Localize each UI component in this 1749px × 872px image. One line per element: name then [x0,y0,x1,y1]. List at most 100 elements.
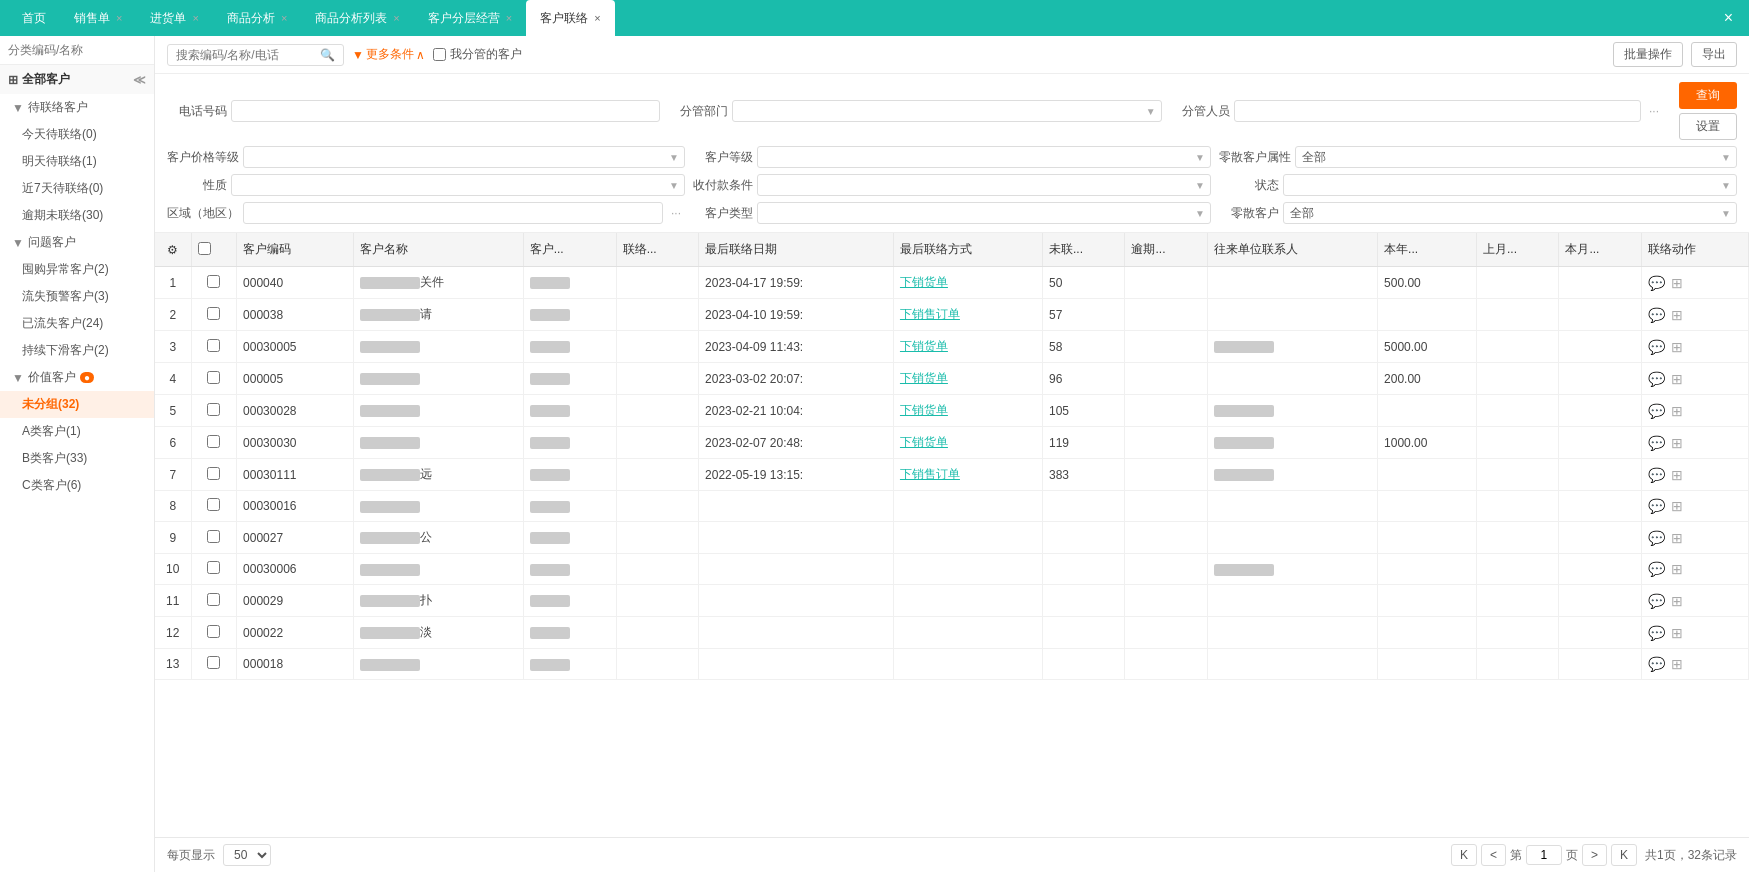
row-checkbox[interactable] [207,307,220,320]
sidebar-item-class-a[interactable]: A类客户(1) [0,418,154,445]
nav-sales[interactable]: 销售单 × [60,0,136,36]
close-purchase-tab[interactable]: × [192,12,198,24]
more-action-icon[interactable]: ⊞ [1671,530,1683,546]
contact-icon[interactable]: 💬 [1648,625,1665,641]
nav-customer-stratify[interactable]: 客户分层经营 × [414,0,526,36]
last-month-col-header[interactable]: 上月... [1476,233,1558,267]
action-col-header[interactable]: 联络动作 [1641,233,1748,267]
sidebar-item-today-pending[interactable]: 今天待联络(0) [0,121,154,148]
contact-icon[interactable]: 💬 [1648,275,1665,291]
contact-icon[interactable]: 💬 [1648,371,1665,387]
last-method-link[interactable]: 下销货单 [900,339,948,353]
batch-operations-btn[interactable]: 批量操作 [1613,42,1683,67]
phone-input[interactable] [231,100,660,122]
close-customer-stratify-tab[interactable]: × [506,12,512,24]
region-input[interactable] [243,202,663,224]
close-customer-contact-tab[interactable]: × [594,12,600,24]
contact-col-header[interactable]: 联络... [616,233,698,267]
zero-customer-select[interactable]: 全部 [1283,202,1737,224]
nav-product-analysis[interactable]: 商品分析 × [213,0,301,36]
contact-icon[interactable]: 💬 [1648,498,1665,514]
sidebar-item-churned[interactable]: 已流失客户(24) [0,310,154,337]
person-more-icon[interactable]: ··· [1645,104,1663,118]
customer-type-select[interactable] [757,202,1211,224]
nav-purchase[interactable]: 进货单 × [136,0,212,36]
row-checkbox[interactable] [207,561,220,574]
last-method-col-header[interactable]: 最后联络方式 [893,233,1042,267]
this-year-col-header[interactable]: 本年... [1378,233,1477,267]
settings-col-header[interactable]: ⚙ [155,233,191,267]
row-checkbox[interactable] [207,593,220,606]
page-size-select[interactable]: 50 [223,844,271,866]
contact-icon[interactable]: 💬 [1648,467,1665,483]
person-input[interactable] [1234,100,1641,122]
more-action-icon[interactable]: ⊞ [1671,275,1683,291]
group-pending-contact[interactable]: ▼ 待联络客户 [0,94,154,121]
group-value-customers[interactable]: ▼ 价值客户 ● [0,364,154,391]
row-checkbox[interactable] [207,275,220,288]
more-action-icon[interactable]: ⊞ [1671,307,1683,323]
last-page-btn[interactable]: K [1611,844,1637,866]
sidebar-item-tomorrow-pending[interactable]: 明天待联络(1) [0,148,154,175]
last-method-link[interactable]: 下销售订单 [900,307,960,321]
all-customers-header[interactable]: ⊞ 全部客户 ≪ [0,65,154,94]
last-method-link[interactable]: 下销货单 [900,435,948,449]
query-btn[interactable]: 查询 [1679,82,1737,109]
search-icon[interactable]: 🔍 [320,48,335,62]
sidebar-item-class-b[interactable]: B类客户(33) [0,445,154,472]
row-checkbox[interactable] [207,656,220,669]
prev-page-btn[interactable]: < [1481,844,1506,866]
contact-icon[interactable]: 💬 [1648,530,1665,546]
more-conditions-btn[interactable]: ▼ 更多条件 ∧ [352,46,425,63]
contact-icon[interactable]: 💬 [1648,403,1665,419]
close-product-analysis-tab[interactable]: × [281,12,287,24]
contact-icon[interactable]: 💬 [1648,339,1665,355]
contact-icon[interactable]: 💬 [1648,656,1665,672]
close-sales-tab[interactable]: × [116,12,122,24]
sidebar-item-churn-warning[interactable]: 流失预警客户(3) [0,283,154,310]
nav-customer-contact[interactable]: 客户联络 × [526,0,614,36]
first-page-btn[interactable]: K [1451,844,1477,866]
sidebar-search-input[interactable] [8,43,155,57]
more-action-icon[interactable]: ⊞ [1671,625,1683,641]
group-problem-customers[interactable]: ▼ 问题客户 [0,229,154,256]
reset-btn[interactable]: 设置 [1679,113,1737,140]
more-action-icon[interactable]: ⊞ [1671,467,1683,483]
overdue-col-header[interactable]: 逾期... [1125,233,1207,267]
row-checkbox[interactable] [207,403,220,416]
export-btn[interactable]: 导出 [1691,42,1737,67]
contact-icon[interactable]: 💬 [1648,307,1665,323]
page-number-input[interactable] [1526,845,1562,865]
zero-attr-select[interactable]: 全部 [1295,146,1737,168]
sidebar-item-7day-pending[interactable]: 近7天待联络(0) [0,175,154,202]
price-level-select[interactable] [243,146,685,168]
contacts-person-col-header[interactable]: 往来单位联系人 [1207,233,1377,267]
row-checkbox[interactable] [207,625,220,638]
code-col-header[interactable]: 客户编码 [237,233,353,267]
more-action-icon[interactable]: ⊞ [1671,656,1683,672]
sidebar-item-class-c[interactable]: C类客户(6) [0,472,154,499]
more-action-icon[interactable]: ⊞ [1671,498,1683,514]
close-all-tabs[interactable]: × [1716,9,1741,27]
next-page-btn[interactable]: > [1582,844,1607,866]
row-checkbox[interactable] [207,339,220,352]
region-more-icon[interactable]: ··· [667,206,685,220]
row-checkbox[interactable] [207,498,220,511]
last-method-link[interactable]: 下销货单 [900,403,948,417]
last-date-col-header[interactable]: 最后联络日期 [699,233,894,267]
select-all-checkbox[interactable] [198,242,211,255]
nav-home[interactable]: 首页 [8,0,60,36]
sidebar-item-overdue-pending[interactable]: 逾期未联络(30) [0,202,154,229]
checkbox-col-header[interactable] [191,233,237,267]
name-col-header[interactable]: 客户名称 [353,233,523,267]
my-customers-checkbox[interactable] [433,48,446,61]
customer-level-select[interactable] [757,146,1211,168]
nav-product-analysis-list[interactable]: 商品分析列表 × [301,0,413,36]
payment-select[interactable] [757,174,1211,196]
sidebar-item-declining[interactable]: 持续下滑客户(2) [0,337,154,364]
contact-icon[interactable]: 💬 [1648,561,1665,577]
last-method-link[interactable]: 下销货单 [900,371,948,385]
contact-icon[interactable]: 💬 [1648,435,1665,451]
nature-select[interactable] [231,174,685,196]
sidebar-item-ungrouped[interactable]: 未分组(32) [0,391,154,418]
